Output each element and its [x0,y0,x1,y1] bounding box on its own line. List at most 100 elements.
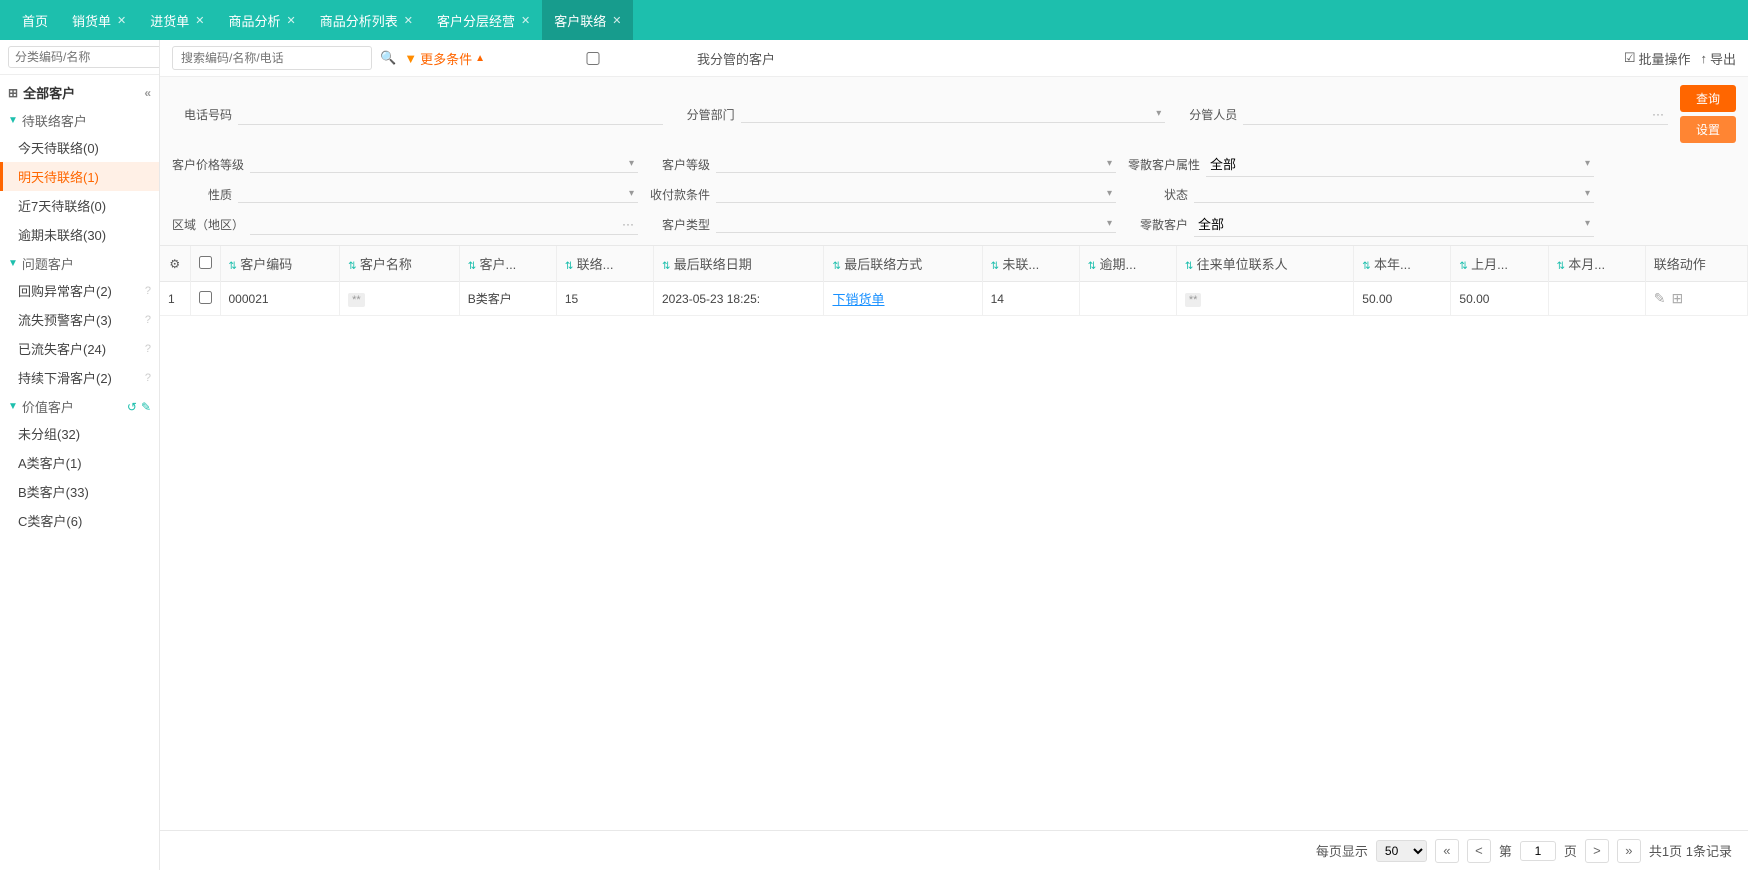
close-sales-order-icon[interactable]: ✕ [117,14,126,27]
filter-actions: 查询 设置 [1680,85,1736,143]
search-input[interactable] [172,46,372,70]
query-button[interactable]: 查询 [1680,85,1736,112]
retail-customer-select[interactable]: 全部 ▾ [1194,211,1594,237]
dept-select[interactable]: ▾ [741,105,1166,123]
group-problem-customers[interactable]: ▼ 问题客户 [0,249,159,276]
next-page-btn[interactable]: > [1585,839,1609,863]
sort-icon7: ⇅ [991,261,999,272]
sidebar-item-declining[interactable]: 持续下滑客户(2) ? [0,363,159,392]
close-customer-contact-icon[interactable]: ✕ [612,14,621,27]
prev-page-btn[interactable]: < [1467,839,1491,863]
td-last-date: 2023-05-23 18:25: [654,282,824,316]
td-row-actions: ✎ ⊞ [1645,282,1747,316]
more-conditions-btn[interactable]: ▼ 更多条件 ▲ [404,49,485,68]
nav-purchase-order[interactable]: 进货单 ✕ [138,0,216,40]
close-purchase-order-icon[interactable]: ✕ [195,14,204,27]
sidebar-item-c-class[interactable]: C类客户(6) [0,506,159,535]
sidebar-item-b-class[interactable]: B类客户(33) [0,477,159,506]
all-customers-header: ⊞ 全部客户 « [0,75,159,106]
group-arrow-icon: ▼ [8,115,18,126]
close-customer-tiering-icon[interactable]: ✕ [521,14,530,27]
edit-row-icon[interactable]: ✎ [1654,290,1666,307]
select-all-checkbox[interactable] [199,256,212,269]
last-contact-method-link[interactable]: 下销货单 [832,292,884,307]
page-input[interactable] [1520,841,1556,861]
export-btn[interactable]: ↑ 导出 [1700,49,1736,68]
th-overdue: ⇅ 逾期... [1079,246,1176,282]
close-product-analysis-list-icon[interactable]: ✕ [404,14,413,27]
nav-customer-contact[interactable]: 客户联络 ✕ [542,0,633,40]
batch-ops-icon: ☑ [1624,50,1636,66]
nav-product-analysis-list[interactable]: 商品分析列表 ✕ [308,0,425,40]
sidebar-item-churned[interactable]: 已流失客户(24) ? [0,334,159,363]
payment-select[interactable]: ▾ [716,185,1116,203]
price-grade-select[interactable]: ▾ [250,155,638,173]
filter-row-3: 性质 ▾ 收付款条件 ▾ 状态 [172,185,1736,203]
help-icon-4[interactable]: ? [145,372,151,384]
nav-product-analysis[interactable]: 商品分析 ✕ [216,0,307,40]
filter-person: 分管人员 ··· [1177,104,1668,125]
more-row-icon[interactable]: ⊞ [1671,290,1683,307]
filter-customer-grade: 客户等级 ▾ [650,155,1116,173]
status-select[interactable]: ▾ [1194,185,1594,203]
customer-type-select[interactable]: ▾ [716,215,1116,233]
search-bar-icon[interactable]: 🔍 [380,50,396,66]
last-page-btn[interactable]: » [1617,839,1641,863]
person-dots-icon: ··· [1652,107,1664,121]
sidebar-item-overdue-contact[interactable]: 逾期未联络(30) [0,220,159,249]
th-last-contact-method: ⇅ 最后联络方式 [824,246,982,282]
nature-select[interactable]: ▾ [238,185,638,203]
close-product-analysis-icon[interactable]: ✕ [287,14,296,27]
sidebar-item-ungrouped[interactable]: 未分组(32) [0,419,159,448]
status-chevron-icon: ▾ [1585,188,1590,199]
sidebar-item-a-class[interactable]: A类客户(1) [0,448,159,477]
page-unit: 页 [1564,841,1577,860]
row-checkbox[interactable] [199,291,212,304]
sidebar-item-today-contact[interactable]: 今天待联络(0) [0,133,159,162]
th-last-contact-date: ⇅ 最后联络日期 [654,246,824,282]
my-customers-check-input[interactable] [493,52,693,65]
person-select[interactable]: ··· [1243,104,1668,125]
sort-icon6: ⇅ [832,261,840,272]
nav-customer-tiering[interactable]: 客户分层经营 ✕ [425,0,542,40]
th-last-month: ⇅ 上月... [1451,246,1548,282]
filter-retail-customer: 零散客户 全部 ▾ [1128,211,1594,237]
nav-sales-order[interactable]: 销货单 ✕ [60,0,138,40]
sidebar-item-repurchase-anomaly[interactable]: 回购异常客户(2) ? [0,276,159,305]
edit-icon[interactable]: ✎ [141,400,151,414]
help-icon-2[interactable]: ? [145,314,151,326]
sidebar: 🔍 ⊞ 全部客户 « ▼ 待联络客户 今天待联络(0) 明天待联络(1) 近7天… [0,40,160,870]
collapse-icon[interactable]: « [144,86,151,100]
settings-button[interactable]: 设置 [1680,116,1736,143]
first-page-btn[interactable]: « [1435,839,1459,863]
filter-status: 状态 ▾ [1128,185,1594,203]
batch-ops-btn[interactable]: ☑ 批量操作 [1624,49,1691,68]
retail-attr-select[interactable]: 全部 ▾ [1206,151,1594,177]
help-icon-1[interactable]: ? [145,285,151,297]
sort-icon: ⇅ [229,261,237,272]
customer-grade-select[interactable]: ▾ [716,155,1116,173]
group-value-customers[interactable]: ▼ 价值客户 ↺ ✎ [0,392,159,419]
sidebar-item-churn-warning[interactable]: 流失预警客户(3) ? [0,305,159,334]
sidebar-item-tomorrow-contact[interactable]: 明天待联络(1) [0,162,159,191]
group-arrow-icon3: ▼ [8,401,18,412]
my-customers-checkbox[interactable]: 我分管的客户 [493,49,775,68]
help-icon-3[interactable]: ? [145,343,151,355]
td-overdue [1079,282,1176,316]
page-size-select[interactable]: 50 100 200 [1376,840,1427,862]
sidebar-search-input[interactable] [8,46,160,68]
payment-chevron-icon: ▾ [1107,188,1112,199]
refresh-icon[interactable]: ↺ [127,400,137,414]
td-check [190,282,220,316]
customers-table: ⚙ ⇅ 客户编码 ⇅ 客户名称 ⇅ 客户... ⇅ 联络... ⇅ 最后联络日期… [160,246,1748,316]
phone-input[interactable] [238,104,663,125]
group-pending-contact[interactable]: ▼ 待联络客户 [0,106,159,133]
sidebar-item-7day-contact[interactable]: 近7天待联络(0) [0,191,159,220]
nav-home[interactable]: 首页 [10,0,60,40]
th-this-month: ⇅ 本月... [1548,246,1645,282]
sort-icon2: ⇅ [348,261,356,272]
page-label: 第 [1499,841,1512,860]
region-select[interactable]: ··· [250,214,638,235]
sort-icon8: ⇅ [1088,261,1096,272]
main-layout: 🔍 ⊞ 全部客户 « ▼ 待联络客户 今天待联络(0) 明天待联络(1) 近7天… [0,40,1748,870]
